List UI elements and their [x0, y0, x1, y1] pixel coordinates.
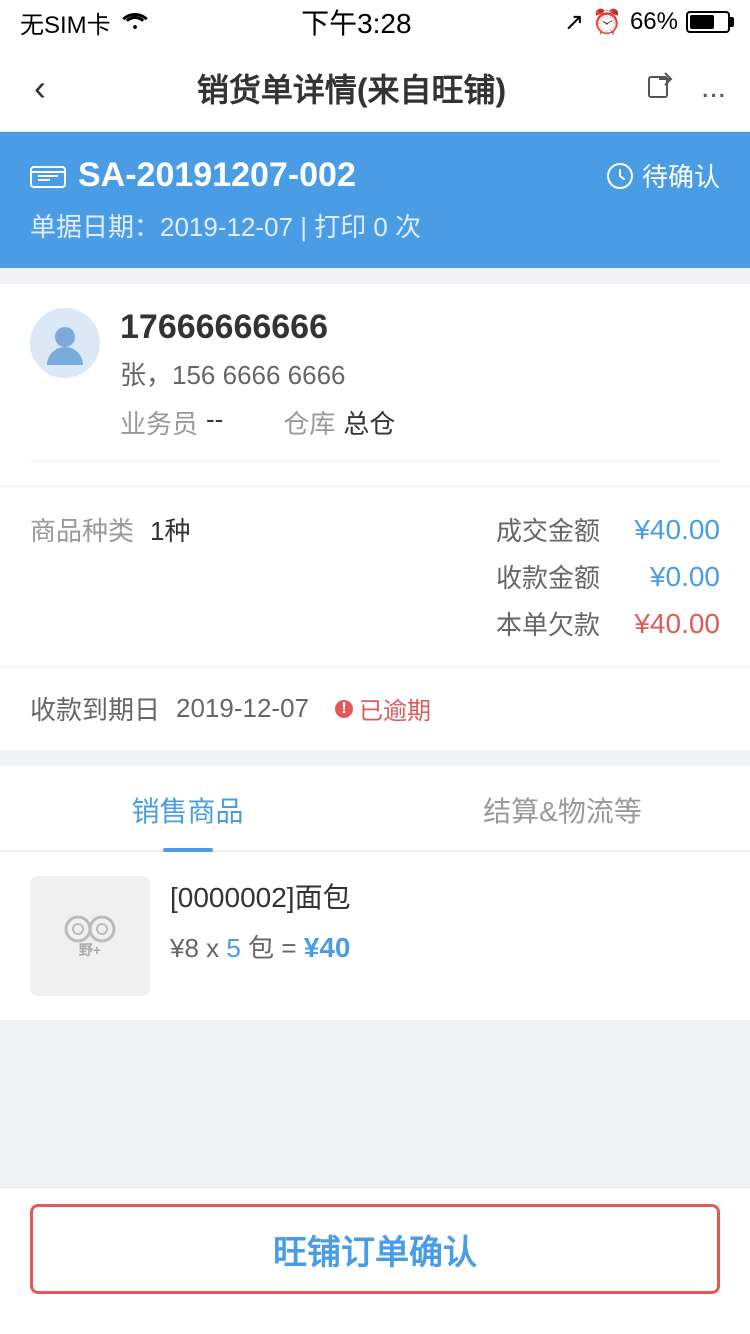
tab-sales-products[interactable]: 销售商品	[0, 766, 375, 850]
order-status: 待确认	[606, 157, 720, 194]
product-total: ¥40	[304, 932, 351, 963]
battery-percent: 66%	[630, 8, 678, 36]
product-item: 野+ [0000002]面包 ¥8 x 5 包 = ¥40	[0, 852, 750, 1020]
product-info: [0000002]面包 ¥8 x 5 包 = ¥40	[170, 876, 720, 965]
sales-rep-item: 业务员 --	[120, 404, 223, 441]
order-header-top: SA-20191207-002 待确认	[30, 156, 720, 195]
overdue-text: 已逾期	[359, 691, 431, 726]
nav-actions: ...	[647, 69, 726, 107]
due-date-section: 收款到期日 2019-12-07 ! 已逾期	[0, 666, 750, 750]
received-label: 收款金额	[496, 558, 600, 595]
unit-price: ¥8	[170, 933, 199, 963]
due-date-label: 收款到期日	[30, 690, 160, 727]
battery-icon	[686, 11, 730, 33]
order-date: 单据日期：2019-12-07 | 打印 0 次	[30, 207, 720, 244]
status-right: ↗ ⏰ 66%	[564, 8, 730, 37]
status-time: 下午3:28	[301, 2, 412, 42]
nav-bar: ‹ 销货单详情(来自旺铺) ...	[0, 44, 750, 132]
back-button[interactable]: ‹	[24, 57, 56, 119]
svg-text:野+: 野+	[79, 942, 101, 958]
customer-section: 17666666666 张，156 6666 6666 业务员 -- 仓库 总仓	[0, 284, 750, 486]
summary-section: 商品种类 1种 成交金额 ¥40.00 收款金额 ¥0.00 本单欠款 ¥40.…	[0, 486, 750, 666]
wifi-icon	[121, 8, 149, 36]
customer-phone: 张，156 6666 6666	[120, 355, 720, 392]
sales-rep-value: --	[206, 404, 223, 441]
alarm-icon: ⏰	[592, 8, 622, 37]
product-price: ¥8 x 5 包 = ¥40	[170, 928, 720, 965]
tabs-section: 销售商品 结算&物流等 野+ [0000002]面包 ¥8 x	[0, 766, 750, 1020]
confirm-order-button[interactable]: 旺铺订单确认	[30, 1204, 720, 1294]
transaction-value: ¥40.00	[620, 514, 720, 546]
transaction-row: 成交金额 ¥40.00	[496, 511, 720, 548]
share-icon[interactable]	[647, 69, 677, 107]
location-icon: ↗	[564, 8, 584, 37]
warehouse-item: 仓库 总仓	[283, 404, 395, 441]
product-qty: 5	[226, 933, 240, 963]
product-name: [0000002]面包	[170, 876, 720, 916]
order-header: SA-20191207-002 待确认 单据日期：2019-12-07 | 打印…	[0, 132, 750, 268]
tab-settlement[interactable]: 结算&物流等	[375, 766, 750, 850]
order-id: SA-20191207-002	[30, 156, 356, 195]
received-row: 收款金额 ¥0.00	[496, 558, 720, 595]
customer-avatar	[30, 308, 100, 378]
warehouse-label: 仓库	[283, 404, 335, 441]
customer-details: 17666666666 张，156 6666 6666 业务员 -- 仓库 总仓	[120, 308, 720, 441]
due-date-value: 2019-12-07	[176, 693, 309, 724]
more-icon[interactable]: ...	[701, 71, 726, 105]
amounts-section: 成交金额 ¥40.00 收款金额 ¥0.00 本单欠款 ¥40.00	[496, 511, 720, 642]
page-title: 销货单详情(来自旺铺)	[197, 65, 506, 111]
summary-content: 商品种类 1种 成交金额 ¥40.00 收款金额 ¥0.00 本单欠款 ¥40.…	[0, 487, 750, 666]
equals-sign: =	[281, 933, 303, 963]
customer-info: 17666666666 张，156 6666 6666 业务员 -- 仓库 总仓	[30, 308, 720, 462]
customer-id: 17666666666	[120, 308, 720, 347]
warehouse-value: 总仓	[343, 404, 395, 441]
carrier-text: 无SIM卡	[20, 5, 111, 40]
overdue-badge: ! 已逾期	[325, 687, 441, 730]
tabs-header: 销售商品 结算&物流等	[0, 766, 750, 852]
product-types-label: 商品种类	[30, 511, 134, 548]
balance-row: 本单欠款 ¥40.00	[496, 605, 720, 642]
sales-rep-label: 业务员	[120, 404, 198, 441]
product-count-value: 1种	[150, 511, 190, 548]
status-left: 无SIM卡	[20, 5, 149, 40]
status-bar: 无SIM卡 下午3:28 ↗ ⏰ 66%	[0, 0, 750, 44]
customer-meta: 业务员 -- 仓库 总仓	[120, 404, 720, 441]
product-count-section: 商品种类 1种	[30, 511, 190, 548]
overdue-icon: !	[335, 700, 353, 718]
balance-label: 本单欠款	[496, 605, 600, 642]
battery-fill	[690, 15, 714, 29]
product-image: 野+	[30, 876, 150, 996]
transaction-label: 成交金额	[496, 511, 600, 548]
balance-value: ¥40.00	[620, 608, 720, 640]
multiply-sign: x	[206, 933, 226, 963]
unit-text: 包	[248, 933, 274, 963]
bottom-bar: 旺铺订单确认	[0, 1187, 750, 1334]
received-value: ¥0.00	[620, 561, 720, 593]
